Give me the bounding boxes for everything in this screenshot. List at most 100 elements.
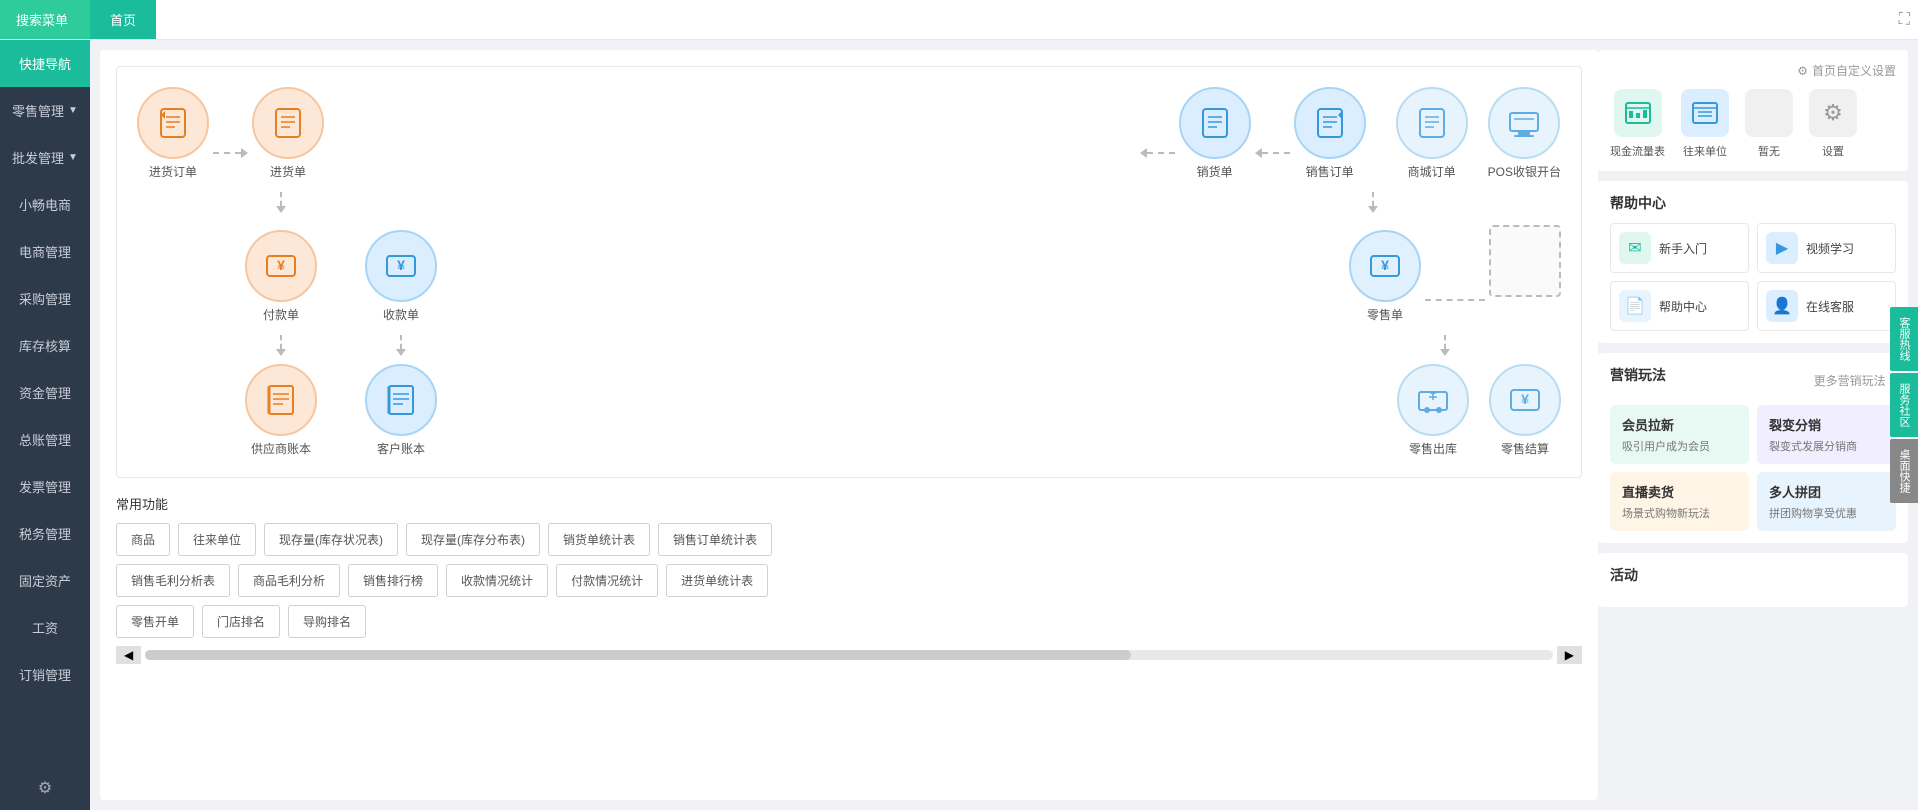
help-item-service[interactable]: 👤 在线客服 <box>1757 281 1896 331</box>
marketing-section: 营销玩法 更多营销玩法 > 会员拉新 吸引用户成为会员 裂变分销 裂变式发展分销… <box>1598 353 1908 543</box>
horizontal-scrollbar[interactable]: ◀ ▶ <box>116 646 1582 664</box>
marketing-item-member-title: 会员拉新 <box>1622 415 1737 434</box>
setting-icon-box: ⚙ <box>1809 89 1857 137</box>
help-item-beginner[interactable]: ✉ 新手入门 <box>1610 223 1749 273</box>
func-btn-stock-status[interactable]: 现存量(库存状况表) <box>264 523 398 556</box>
func-btn-retail-order[interactable]: 零售开单 <box>116 605 194 638</box>
sidebar-item-invoice[interactable]: 发票管理 <box>0 463 90 510</box>
marketing-item-split-desc: 裂变式发展分销商 <box>1769 438 1884 454</box>
sidebar-item-tax[interactable]: 税务管理 <box>0 510 90 557</box>
search-menu[interactable]: 搜索菜单 <box>0 0 90 39</box>
marketing-item-split[interactable]: 裂变分销 裂变式发展分销商 <box>1757 405 1896 464</box>
node-payment-slip[interactable]: ¥ 付款单 <box>245 230 317 323</box>
node-customer-account-label: 客户账本 <box>377 440 425 457</box>
quick-icon-setting[interactable]: ⚙ 设置 <box>1809 89 1857 159</box>
help-item-help[interactable]: 📄 帮助中心 <box>1610 281 1749 331</box>
svg-text:¥: ¥ <box>1521 391 1529 407</box>
node-pos-cashier-label: POS收银开台 <box>1488 163 1561 180</box>
svg-text:¥: ¥ <box>1381 257 1389 273</box>
scroll-right-btn[interactable]: ▶ <box>1557 646 1582 664</box>
node-retail-outbound[interactable]: 零售出库 <box>1397 364 1469 457</box>
sidebar-item-assets[interactable]: 固定资产 <box>0 557 90 604</box>
sidebar-item-label: 固定资产 <box>19 571 71 590</box>
func-btn-units[interactable]: 往来单位 <box>178 523 256 556</box>
sidebar-item-quick-nav[interactable]: 快捷导航 <box>0 40 90 87</box>
node-mall-order-label: 商城订单 <box>1408 163 1456 180</box>
main-panel: 进货订单 进货单 <box>100 50 1598 800</box>
quick-access-section: ⚙ 首页自定义设置 现金流量表 往来单位 <box>1598 50 1908 171</box>
sidebar-item-salary[interactable]: 工资 <box>0 604 90 651</box>
more-marketing-link[interactable]: 更多营销玩法 > <box>1814 372 1896 389</box>
quick-icon-cashflow[interactable]: 现金流量表 <box>1610 89 1665 159</box>
sidebar-item-order-mgmt[interactable]: 订销管理 <box>0 651 90 698</box>
node-purchase-order[interactable]: 进货订单 <box>137 87 209 180</box>
node-pos-cashier[interactable]: POS收银开台 <box>1488 87 1561 180</box>
quick-icons: 现金流量表 往来单位 暂无 ⚙ 设置 <box>1610 89 1896 159</box>
sidebar-item-label: 工资 <box>32 618 58 637</box>
func-btn-goods-profit[interactable]: 商品毛利分析 <box>238 564 340 597</box>
sidebar-item-ecom[interactable]: 电商管理 <box>0 228 90 275</box>
svg-text:¥: ¥ <box>397 257 405 273</box>
sidebar-item-label: 总账管理 <box>19 430 71 449</box>
top-bar: 搜索菜单 首页 ⛶ <box>0 0 1918 40</box>
func-btn-sales-profit[interactable]: 销售毛利分析表 <box>116 564 230 597</box>
node-supplier-account[interactable]: 供应商账本 <box>245 364 317 457</box>
func-btn-store-rank[interactable]: 门店排名 <box>202 605 280 638</box>
scroll-left-btn[interactable]: ◀ <box>116 646 141 664</box>
customize-link[interactable]: ⚙ 首页自定义设置 <box>1797 62 1896 79</box>
activity-title: 活动 <box>1610 565 1896 585</box>
node-mall-order[interactable]: 商城订单 <box>1396 87 1468 180</box>
node-retail-slip[interactable]: ¥ 零售单 <box>1349 230 1421 323</box>
right-panel: ⚙ 首页自定义设置 现金流量表 往来单位 <box>1598 40 1918 810</box>
gear-icon-small: ⚙ <box>1797 64 1808 78</box>
marketing-item-group[interactable]: 多人拼团 拼团购物享受优惠 <box>1757 472 1896 531</box>
func-btn-goods[interactable]: 商品 <box>116 523 170 556</box>
quick-icon-none[interactable]: 暂无 <box>1745 89 1793 159</box>
sidebar-item-label: 电商管理 <box>19 242 71 261</box>
quick-icon-units[interactable]: 往来单位 <box>1681 89 1729 159</box>
func-btn-guide-rank[interactable]: 导购排名 <box>288 605 366 638</box>
func-btn-sales-order-stat[interactable]: 销售订单统计表 <box>658 523 772 556</box>
help-item-service-label: 在线客服 <box>1806 298 1854 315</box>
node-sales-order[interactable]: 销售订单 <box>1294 87 1366 180</box>
tab-home[interactable]: 首页 <box>90 0 156 39</box>
scroll-thumb <box>145 650 1130 660</box>
sidebar-item-inventory[interactable]: 库存核算 <box>0 322 90 369</box>
marketing-item-live[interactable]: 直播卖货 场景式购物新玩法 <box>1610 472 1749 531</box>
gear-icon[interactable]: ⚙ <box>38 778 52 798</box>
float-btn-service[interactable]: 客服热线 <box>1890 307 1918 371</box>
node-customer-account[interactable]: 客户账本 <box>365 364 437 457</box>
help-item-video-label: 视频学习 <box>1806 240 1854 257</box>
sidebar-item-finance[interactable]: 资金管理 <box>0 369 90 416</box>
func-btn-payment-stat[interactable]: 付款情况统计 <box>556 564 658 597</box>
node-sales-order-label: 销售订单 <box>1306 163 1354 180</box>
sidebar-item-label: 批发管理 <box>12 148 64 167</box>
sidebar-item-retail[interactable]: 零售管理 ▼ <box>0 87 90 134</box>
expand-icon[interactable]: ⛶ <box>1899 11 1910 29</box>
sidebar-item-purchase[interactable]: 采购管理 <box>0 275 90 322</box>
func-row-2: 销售毛利分析表 商品毛利分析 销售排行榜 收款情况统计 付款情况统计 进货单统计… <box>116 564 1582 597</box>
node-retail-outbound-label: 零售出库 <box>1409 440 1457 457</box>
sidebar-item-general-ledger[interactable]: 总账管理 <box>0 416 90 463</box>
func-btn-purchase-stat[interactable]: 进货单统计表 <box>666 564 768 597</box>
float-btn-desktop[interactable]: 桌面快捷 <box>1890 439 1918 503</box>
node-retail-settlement[interactable]: ¥ 零售结算 <box>1489 364 1561 457</box>
func-btn-stock-dist[interactable]: 现存量(库存分布表) <box>406 523 540 556</box>
help-item-video[interactable]: ▶ 视频学习 <box>1757 223 1896 273</box>
float-btn-community[interactable]: 服务社区 <box>1890 373 1918 437</box>
sidebar-bottom: ⚙ <box>0 766 90 810</box>
node-receipt-slip-label: 收款单 <box>383 306 419 323</box>
marketing-item-member[interactable]: 会员拉新 吸引用户成为会员 <box>1610 405 1749 464</box>
beginner-icon: ✉ <box>1619 232 1651 264</box>
sidebar-item-wholesale[interactable]: 批发管理 ▼ <box>0 134 90 181</box>
none-icon-box <box>1745 89 1793 137</box>
sidebar-item-label: 小畅电商 <box>19 195 71 214</box>
node-receipt-slip[interactable]: ¥ 收款单 <box>365 230 437 323</box>
func-btn-sales-rank[interactable]: 销售排行榜 <box>348 564 438 597</box>
node-purchase-slip[interactable]: 进货单 <box>252 87 324 180</box>
scroll-track[interactable] <box>145 650 1553 660</box>
node-sales-slip[interactable]: 销货单 <box>1179 87 1251 180</box>
sidebar-item-ecom-small[interactable]: 小畅电商 <box>0 181 90 228</box>
func-btn-receipt-stat[interactable]: 收款情况统计 <box>446 564 548 597</box>
func-btn-sales-stat[interactable]: 销货单统计表 <box>548 523 650 556</box>
